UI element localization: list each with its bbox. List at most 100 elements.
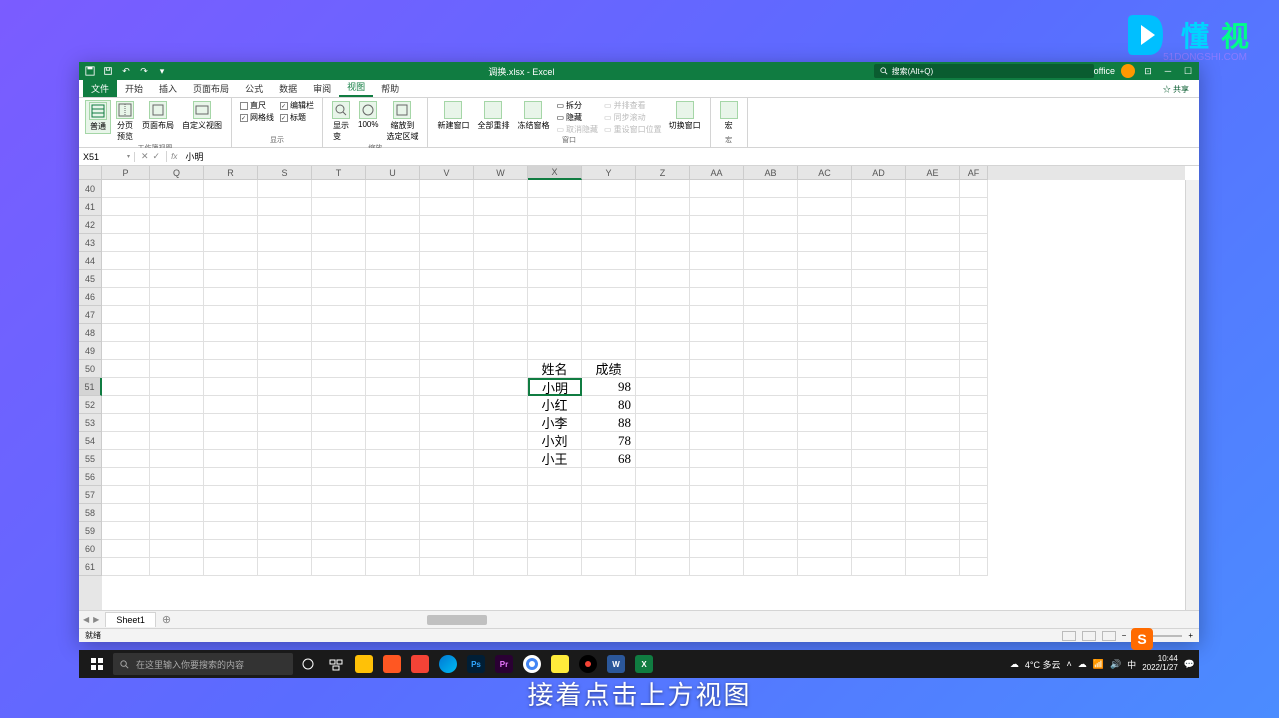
- cell-V57[interactable]: [420, 486, 474, 504]
- cell-AA46[interactable]: [690, 288, 744, 306]
- cell-W46[interactable]: [474, 288, 528, 306]
- cell-Y58[interactable]: [582, 504, 636, 522]
- cell-AC49[interactable]: [798, 342, 852, 360]
- sheet-prev-icon[interactable]: ◀: [83, 615, 89, 624]
- cell-S48[interactable]: [258, 324, 312, 342]
- cell-W49[interactable]: [474, 342, 528, 360]
- cancel-icon[interactable]: ✕: [141, 151, 149, 162]
- cell-AD61[interactable]: [852, 558, 906, 576]
- cell-AE44[interactable]: [906, 252, 960, 270]
- row-header-40[interactable]: 40: [79, 180, 102, 198]
- cell-AE57[interactable]: [906, 486, 960, 504]
- cell-V54[interactable]: [420, 432, 474, 450]
- cell-V52[interactable]: [420, 396, 474, 414]
- cell-AE51[interactable]: [906, 378, 960, 396]
- cell-AD60[interactable]: [852, 540, 906, 558]
- cell-AB53[interactable]: [744, 414, 798, 432]
- cell-W48[interactable]: [474, 324, 528, 342]
- cell-S47[interactable]: [258, 306, 312, 324]
- cell-AF57[interactable]: [960, 486, 988, 504]
- cell-V61[interactable]: [420, 558, 474, 576]
- cell-AE54[interactable]: [906, 432, 960, 450]
- cell-AA52[interactable]: [690, 396, 744, 414]
- cell-R46[interactable]: [204, 288, 258, 306]
- cell-Y59[interactable]: [582, 522, 636, 540]
- cell-AF58[interactable]: [960, 504, 988, 522]
- cell-R60[interactable]: [204, 540, 258, 558]
- cell-X54[interactable]: 小刘: [528, 432, 582, 450]
- minimize-icon[interactable]: ─: [1161, 64, 1175, 78]
- sogou-ime-icon[interactable]: S: [1131, 628, 1153, 650]
- cell-AC56[interactable]: [798, 468, 852, 486]
- cell-AB51[interactable]: [744, 378, 798, 396]
- horizontal-scrollbar[interactable]: [427, 615, 487, 625]
- cell-AA54[interactable]: [690, 432, 744, 450]
- tab-file[interactable]: 文件: [83, 80, 117, 97]
- cell-AA40[interactable]: [690, 180, 744, 198]
- cell-V53[interactable]: [420, 414, 474, 432]
- cell-AC40[interactable]: [798, 180, 852, 198]
- explorer-icon[interactable]: [351, 650, 377, 678]
- cell-V59[interactable]: [420, 522, 474, 540]
- cell-W51[interactable]: [474, 378, 528, 396]
- cell-T56[interactable]: [312, 468, 366, 486]
- record-icon[interactable]: [575, 650, 601, 678]
- taskbar-search[interactable]: 在这里输入你要搜索的内容: [113, 653, 293, 675]
- cell-AC50[interactable]: [798, 360, 852, 378]
- row-header-44[interactable]: 44: [79, 252, 102, 270]
- cell-Y48[interactable]: [582, 324, 636, 342]
- row-header-47[interactable]: 47: [79, 306, 102, 324]
- cell-R41[interactable]: [204, 198, 258, 216]
- cell-AD58[interactable]: [852, 504, 906, 522]
- cell-Z60[interactable]: [636, 540, 690, 558]
- zoom-100-button[interactable]: 100%: [355, 100, 381, 130]
- tab-insert[interactable]: 插入: [151, 80, 185, 97]
- cell-AA59[interactable]: [690, 522, 744, 540]
- cell-U46[interactable]: [366, 288, 420, 306]
- zoom-button[interactable]: 显示 变: [329, 100, 353, 143]
- cell-X51[interactable]: 小明: [528, 378, 582, 396]
- cell-W40[interactable]: [474, 180, 528, 198]
- cell-X45[interactable]: [528, 270, 582, 288]
- cell-AA55[interactable]: [690, 450, 744, 468]
- enter-icon[interactable]: ✓: [153, 151, 161, 162]
- cell-AA57[interactable]: [690, 486, 744, 504]
- cell-U61[interactable]: [366, 558, 420, 576]
- cell-P41[interactable]: [102, 198, 150, 216]
- cell-S42[interactable]: [258, 216, 312, 234]
- cell-Z57[interactable]: [636, 486, 690, 504]
- cell-W42[interactable]: [474, 216, 528, 234]
- normal-view-icon[interactable]: [1062, 631, 1076, 641]
- cell-V42[interactable]: [420, 216, 474, 234]
- cell-AB41[interactable]: [744, 198, 798, 216]
- cell-R48[interactable]: [204, 324, 258, 342]
- cell-P55[interactable]: [102, 450, 150, 468]
- cell-Z54[interactable]: [636, 432, 690, 450]
- zoom-selection-button[interactable]: 缩放到 选定区域: [383, 100, 421, 143]
- row-header-54[interactable]: 54: [79, 432, 102, 450]
- tab-data[interactable]: 数据: [271, 80, 305, 97]
- cell-AA41[interactable]: [690, 198, 744, 216]
- cell-T42[interactable]: [312, 216, 366, 234]
- cell-AE58[interactable]: [906, 504, 960, 522]
- cell-V49[interactable]: [420, 342, 474, 360]
- cell-AE49[interactable]: [906, 342, 960, 360]
- zoom-out-icon[interactable]: −: [1122, 631, 1127, 640]
- cell-Q57[interactable]: [150, 486, 204, 504]
- cell-AD42[interactable]: [852, 216, 906, 234]
- cell-S53[interactable]: [258, 414, 312, 432]
- cell-AF46[interactable]: [960, 288, 988, 306]
- sheet-next-icon[interactable]: ▶: [93, 615, 99, 624]
- cell-X41[interactable]: [528, 198, 582, 216]
- cell-Y52[interactable]: 80: [582, 396, 636, 414]
- cell-V43[interactable]: [420, 234, 474, 252]
- row-header-56[interactable]: 56: [79, 468, 102, 486]
- cell-U56[interactable]: [366, 468, 420, 486]
- cell-U55[interactable]: [366, 450, 420, 468]
- autosave-icon[interactable]: [83, 64, 97, 78]
- cell-X59[interactable]: [528, 522, 582, 540]
- cell-P43[interactable]: [102, 234, 150, 252]
- col-header-P[interactable]: P: [102, 166, 150, 180]
- col-header-Q[interactable]: Q: [150, 166, 204, 180]
- cell-AC51[interactable]: [798, 378, 852, 396]
